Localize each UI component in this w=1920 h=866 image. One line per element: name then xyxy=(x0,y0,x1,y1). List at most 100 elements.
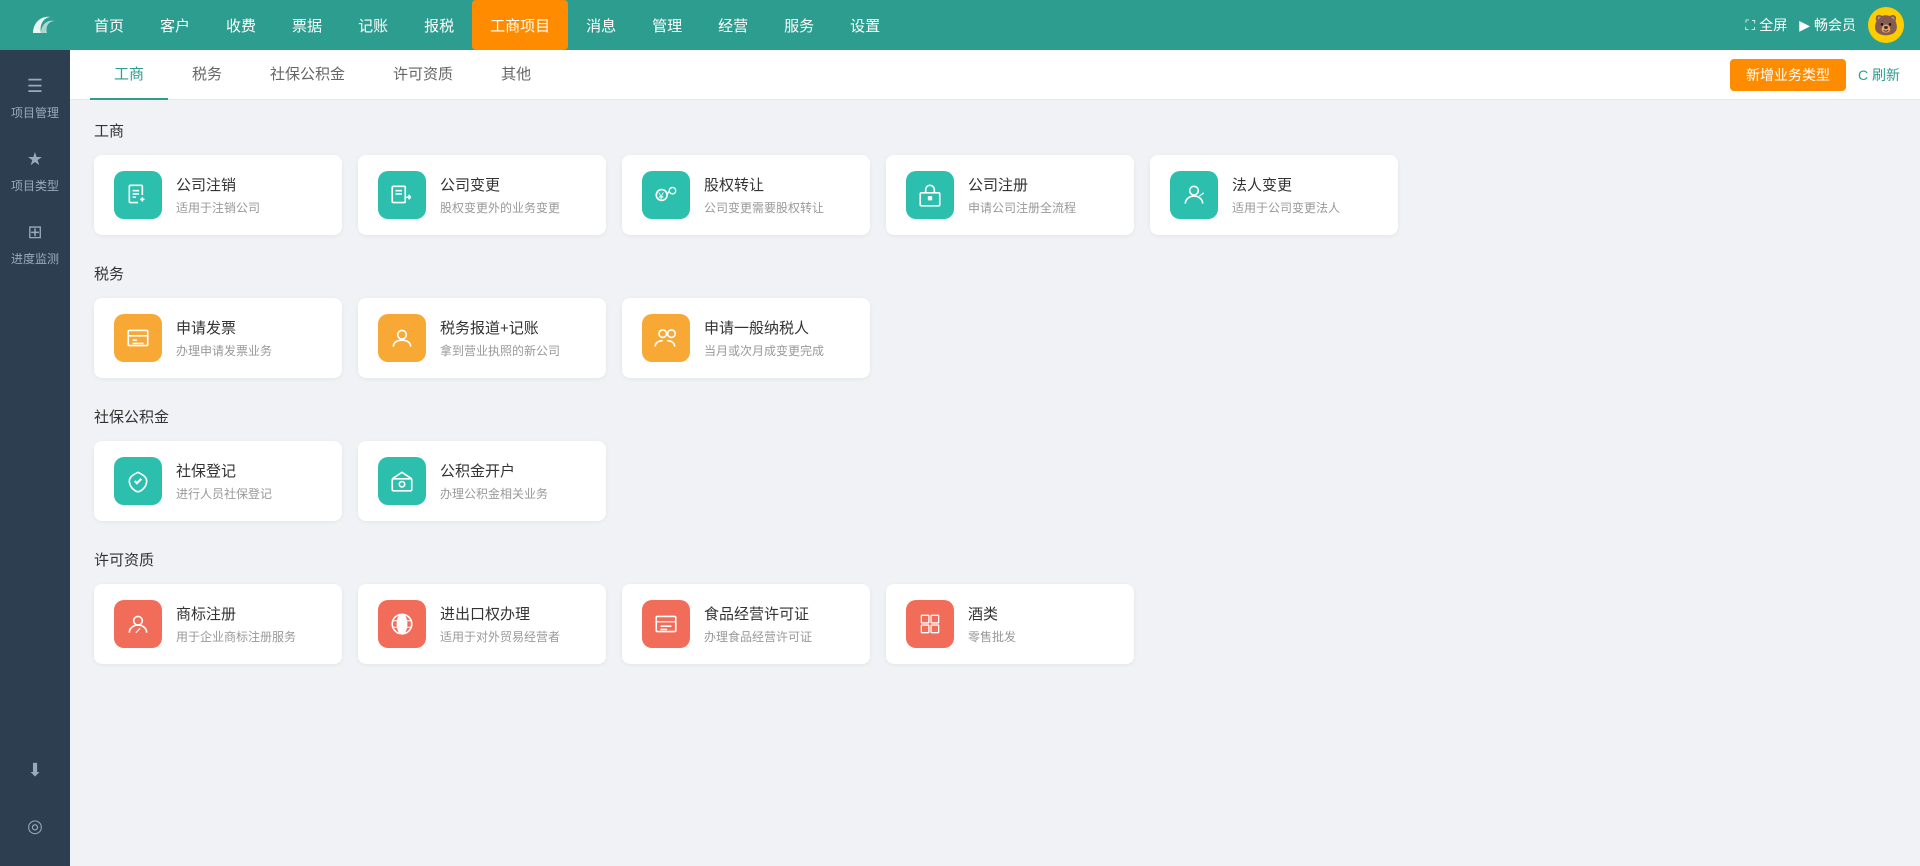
card-legal-change[interactable]: 法人变更 适用于公司变更法人 xyxy=(1150,155,1398,235)
nav-right-area: ⛶ 全屏 ▶ 畅会员 🐻 xyxy=(1745,7,1904,43)
tab-tax[interactable]: 税务 xyxy=(168,50,246,100)
nav-fees[interactable]: 收费 xyxy=(208,0,274,50)
refresh-button[interactable]: C 刷新 xyxy=(1858,65,1900,85)
card-trademark[interactable]: 商标注册 用于企业商标注册服务 xyxy=(94,584,342,664)
sidebar-label-progress: 进度监测 xyxy=(11,250,59,267)
company-change-title: 公司变更 xyxy=(440,174,560,195)
fullscreen-icon: ⛶ xyxy=(1745,17,1755,34)
food-license-icon xyxy=(642,600,690,648)
alcohol-icon xyxy=(906,600,954,648)
card-company-register[interactable]: 公司注册 申请公司注册全流程 xyxy=(886,155,1134,235)
tab-actions: 新增业务类型 C 刷新 xyxy=(1730,59,1900,91)
housing-fund-desc: 办理公积金相关业务 xyxy=(440,485,548,502)
download-icon: ⬇ xyxy=(21,756,49,784)
industry-card-grid: 公司注销 适用于注销公司 公司变更 股权变更外的业务变更 ¥ xyxy=(94,155,1896,235)
vip-label: 畅会员 xyxy=(1814,15,1856,35)
tab-social-insurance[interactable]: 社保公积金 xyxy=(246,50,369,100)
tax-report-title: 税务报道+记账 xyxy=(440,317,560,338)
tax-report-desc: 拿到营业执照的新公司 xyxy=(440,342,560,359)
nav-settings[interactable]: 设置 xyxy=(832,0,898,50)
section-title-tax: 税务 xyxy=(94,263,1896,284)
social-card-grid: 社保登记 进行人员社保登记 公积金开户 办理公积金相关业务 xyxy=(94,441,1896,521)
sidebar-bottom: ⬇ ◎ xyxy=(21,746,49,866)
nav-invoices[interactable]: 票据 xyxy=(274,0,340,50)
card-general-taxpayer[interactable]: 申请一般纳税人 当月或次月成变更完成 xyxy=(622,298,870,378)
nav-manage[interactable]: 管理 xyxy=(634,0,700,50)
card-tax-report[interactable]: 税务报道+记账 拿到营业执照的新公司 xyxy=(358,298,606,378)
user-avatar[interactable]: 🐻 xyxy=(1868,7,1904,43)
license-card-grid: 商标注册 用于企业商标注册服务 进出口权办理 适用于对外贸易经营者 xyxy=(94,584,1896,664)
card-social-insurance[interactable]: 社保登记 进行人员社保登记 xyxy=(94,441,342,521)
nav-service[interactable]: 服务 xyxy=(766,0,832,50)
social-insurance-title: 社保登记 xyxy=(176,460,272,481)
company-cancel-desc: 适用于注销公司 xyxy=(176,199,260,216)
social-insurance-desc: 进行人员社保登记 xyxy=(176,485,272,502)
card-apply-invoice[interactable]: 申请发票 办理申请发票业务 xyxy=(94,298,342,378)
tax-report-icon xyxy=(378,314,426,362)
nav-industry[interactable]: 工商项目 xyxy=(472,0,568,50)
import-export-title: 进出口权办理 xyxy=(440,603,560,624)
company-cancel-text: 公司注销 适用于注销公司 xyxy=(176,174,260,216)
main-area: ☰ 项目管理 ★ 项目类型 ⊞ 进度监测 ⬇ ◎ 工商 税务 社保公积金 许可资… xyxy=(0,50,1920,866)
project-type-icon: ★ xyxy=(21,145,49,173)
sidebar-item-progress[interactable]: ⊞ 进度监测 xyxy=(0,206,70,279)
trademark-text: 商标注册 用于企业商标注册服务 xyxy=(176,603,296,645)
nav-home[interactable]: 首页 xyxy=(76,0,142,50)
tab-industry[interactable]: 工商 xyxy=(90,50,168,100)
alcohol-text: 酒类 零售批发 xyxy=(968,603,1016,645)
card-alcohol[interactable]: 酒类 零售批发 xyxy=(886,584,1134,664)
scroll-area[interactable]: 工商 公司注销 适用于注销公司 公司变更 xyxy=(70,100,1920,866)
progress-icon: ⊞ xyxy=(21,218,49,246)
add-business-type-button[interactable]: 新增业务类型 xyxy=(1730,59,1846,91)
tab-license[interactable]: 许可资质 xyxy=(369,50,477,100)
social-insurance-icon xyxy=(114,457,162,505)
top-navigation: 首页 客户 收费 票据 记账 报税 工商项目 消息 管理 经营 服务 设置 ⛶ … xyxy=(0,0,1920,50)
company-change-desc: 股权变更外的业务变更 xyxy=(440,199,560,216)
company-register-title: 公司注册 xyxy=(968,174,1076,195)
nav-tax[interactable]: 报税 xyxy=(406,0,472,50)
vip-button[interactable]: ▶ 畅会员 xyxy=(1799,15,1856,35)
sidebar-item-project-manage[interactable]: ☰ 项目管理 xyxy=(0,60,70,133)
legal-change-title: 法人变更 xyxy=(1232,174,1340,195)
nav-message[interactable]: 消息 xyxy=(568,0,634,50)
card-company-change[interactable]: 公司变更 股权变更外的业务变更 xyxy=(358,155,606,235)
sidebar-label-project-type: 项目类型 xyxy=(11,177,59,194)
general-taxpayer-desc: 当月或次月成变更完成 xyxy=(704,342,824,359)
nav-customer[interactable]: 客户 xyxy=(142,0,208,50)
sidebar-item-project-type[interactable]: ★ 项目类型 xyxy=(0,133,70,206)
sidebar-label-project-manage: 项目管理 xyxy=(11,104,59,121)
logo xyxy=(16,9,66,41)
nav-operation[interactable]: 经营 xyxy=(700,0,766,50)
tab-other[interactable]: 其他 xyxy=(477,50,555,100)
card-import-export[interactable]: 进出口权办理 适用于对外贸易经营者 xyxy=(358,584,606,664)
apply-invoice-desc: 办理申请发票业务 xyxy=(176,342,272,359)
sidebar-download[interactable]: ⬇ xyxy=(21,746,49,794)
content-area: 工商 税务 社保公积金 许可资质 其他 新增业务类型 C 刷新 工商 公司注销 xyxy=(70,50,1920,866)
fullscreen-button[interactable]: ⛶ 全屏 xyxy=(1745,15,1787,35)
equity-transfer-desc: 公司变更需要股权转让 xyxy=(704,199,824,216)
apply-invoice-text: 申请发票 办理申请发票业务 xyxy=(176,317,272,359)
equity-transfer-icon: ¥ xyxy=(642,171,690,219)
housing-fund-icon xyxy=(378,457,426,505)
tax-card-grid: 申请发票 办理申请发票业务 税务报道+记账 拿到营业执照的新公司 xyxy=(94,298,1896,378)
import-export-icon xyxy=(378,600,426,648)
food-license-desc: 办理食品经营许可证 xyxy=(704,628,812,645)
import-export-text: 进出口权办理 适用于对外贸易经营者 xyxy=(440,603,560,645)
card-company-cancel[interactable]: 公司注销 适用于注销公司 xyxy=(94,155,342,235)
legal-change-icon xyxy=(1170,171,1218,219)
card-equity-transfer[interactable]: ¥ 股权转让 公司变更需要股权转让 xyxy=(622,155,870,235)
nav-accounting[interactable]: 记账 xyxy=(340,0,406,50)
svg-text:¥: ¥ xyxy=(657,191,664,202)
project-manage-icon: ☰ xyxy=(21,72,49,100)
help-icon: ◎ xyxy=(21,812,49,840)
apply-invoice-title: 申请发票 xyxy=(176,317,272,338)
social-insurance-text: 社保登记 进行人员社保登记 xyxy=(176,460,272,502)
tab-bar: 工商 税务 社保公积金 许可资质 其他 新增业务类型 C 刷新 xyxy=(70,50,1920,100)
section-title-license: 许可资质 xyxy=(94,549,1896,570)
card-food-license[interactable]: 食品经营许可证 办理食品经营许可证 xyxy=(622,584,870,664)
nav-menu: 首页 客户 收费 票据 记账 报税 工商项目 消息 管理 经营 服务 设置 xyxy=(76,0,1745,50)
sidebar-help[interactable]: ◎ xyxy=(21,802,49,850)
card-housing-fund[interactable]: 公积金开户 办理公积金相关业务 xyxy=(358,441,606,521)
company-register-text: 公司注册 申请公司注册全流程 xyxy=(968,174,1076,216)
apply-invoice-icon xyxy=(114,314,162,362)
